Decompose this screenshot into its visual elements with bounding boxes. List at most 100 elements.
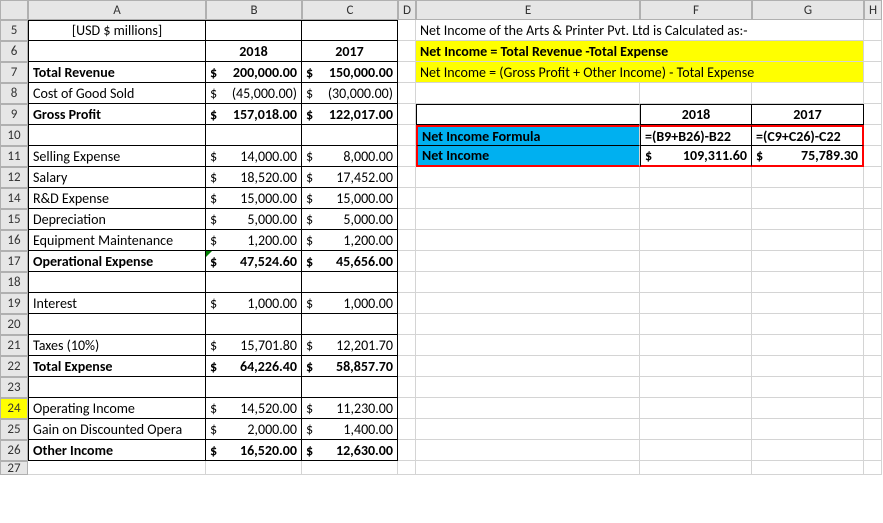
cell-D19[interactable] — [398, 293, 416, 314]
cell-G23[interactable] — [752, 377, 864, 398]
col-header-D[interactable]: D — [398, 0, 416, 20]
cell-D23[interactable] — [398, 377, 416, 398]
row-header[interactable]: 19 — [0, 293, 28, 314]
cell-H11[interactable] — [864, 146, 882, 167]
cell-H16[interactable] — [864, 230, 882, 251]
row-header[interactable]: 22 — [0, 356, 28, 377]
cell-E15[interactable] — [416, 209, 640, 230]
cell-F9[interactable]: 2018 — [640, 104, 752, 125]
cell-C27[interactable] — [302, 461, 398, 475]
row-header[interactable]: 9 — [0, 104, 28, 125]
cell-C14[interactable]: $15,000.00 — [302, 188, 398, 209]
row-header[interactable]: 25 — [0, 419, 28, 440]
cell-H23[interactable] — [864, 377, 882, 398]
cell-E12[interactable] — [416, 167, 640, 188]
cell-E8[interactable] — [416, 83, 640, 104]
cell-C8[interactable]: $(30,000.00) — [302, 83, 398, 104]
cell-A5[interactable]: [USD $ millions] — [28, 20, 206, 41]
cell-H17[interactable] — [864, 251, 882, 272]
cell-A6[interactable] — [28, 41, 206, 62]
cell-F27[interactable] — [640, 461, 752, 475]
cell-E11[interactable]: Net Income — [416, 146, 640, 167]
col-header-F[interactable]: F — [640, 0, 752, 20]
cell-G17[interactable] — [752, 251, 864, 272]
cell-D16[interactable] — [398, 230, 416, 251]
cell-D8[interactable] — [398, 83, 416, 104]
cell-B21[interactable]: $15,701.80 — [206, 335, 302, 356]
cell-D14[interactable] — [398, 188, 416, 209]
cell-G10[interactable]: =(C9+C26)-C22 — [752, 125, 864, 146]
cell-D15[interactable] — [398, 209, 416, 230]
cell-D18[interactable] — [398, 272, 416, 293]
cell-E23[interactable] — [416, 377, 640, 398]
row-header[interactable]: 20 — [0, 314, 28, 335]
cell-D10[interactable] — [398, 125, 416, 146]
cell-D9[interactable] — [398, 104, 416, 125]
cell-C19[interactable]: $1,000.00 — [302, 293, 398, 314]
row-header[interactable]: 7 — [0, 62, 28, 83]
cell-F12[interactable] — [640, 167, 752, 188]
cell-H25[interactable] — [864, 419, 882, 440]
cell-F24[interactable] — [640, 398, 752, 419]
cell-H27[interactable] — [864, 461, 882, 475]
col-header-C[interactable]: C — [302, 0, 398, 20]
cell-C7[interactable]: $150,000.00 — [302, 62, 398, 83]
cell-F17[interactable] — [640, 251, 752, 272]
cell-H9[interactable] — [864, 104, 882, 125]
cell-A7[interactable]: Total Revenue — [28, 62, 206, 83]
cell-B22[interactable]: $64,226.40 — [206, 356, 302, 377]
cell-D26[interactable] — [398, 440, 416, 461]
cell-D27[interactable] — [398, 461, 416, 475]
cell-F14[interactable] — [640, 188, 752, 209]
row-header[interactable]: 11 — [0, 146, 28, 167]
cell-F25[interactable] — [640, 419, 752, 440]
row-header[interactable]: 23 — [0, 377, 28, 398]
cell-E7[interactable]: Net Income = (Gross Profit + Other Incom… — [416, 62, 864, 83]
cell-D5[interactable] — [398, 20, 416, 41]
cell-E9[interactable] — [416, 104, 640, 125]
cell-D12[interactable] — [398, 167, 416, 188]
row-header[interactable]: 16 — [0, 230, 28, 251]
cell-G14[interactable] — [752, 188, 864, 209]
cell-B7[interactable]: $200,000.00 — [206, 62, 302, 83]
cell-H5[interactable] — [864, 20, 882, 41]
row-header[interactable]: 27 — [0, 461, 28, 475]
cell-H18[interactable] — [864, 272, 882, 293]
cell-D25[interactable] — [398, 419, 416, 440]
cell-C24[interactable]: $11,230.00 — [302, 398, 398, 419]
cell-B25[interactable]: $2,000.00 — [206, 419, 302, 440]
col-header-B[interactable]: B — [206, 0, 302, 20]
cell-H12[interactable] — [864, 167, 882, 188]
cell-A12[interactable]: Salary — [28, 167, 206, 188]
cell-A21[interactable]: Taxes (10%) — [28, 335, 206, 356]
cell-C10[interactable] — [302, 125, 398, 146]
cell-E6[interactable]: Net Income = Total Revenue -Total Expens… — [416, 41, 864, 62]
cell-H14[interactable] — [864, 188, 882, 209]
cell-E27[interactable] — [416, 461, 640, 475]
col-header-G[interactable]: G — [752, 0, 864, 20]
cell-G16[interactable] — [752, 230, 864, 251]
cell-C20[interactable] — [302, 314, 398, 335]
cell-E10[interactable]: Net Income Formula — [416, 125, 640, 146]
cell-B5[interactable] — [206, 20, 302, 41]
cell-F8[interactable] — [640, 83, 752, 104]
cell-B8[interactable]: $(45,000.00) — [206, 83, 302, 104]
cell-B10[interactable] — [206, 125, 302, 146]
cell-E22[interactable] — [416, 356, 640, 377]
cell-E5[interactable]: Net Income of the Arts & Printer Pvt. Lt… — [416, 20, 864, 41]
cell-B14[interactable]: $15,000.00 — [206, 188, 302, 209]
row-header[interactable]: 12 — [0, 167, 28, 188]
cell-H19[interactable] — [864, 293, 882, 314]
cell-A27[interactable] — [28, 461, 206, 475]
cell-E20[interactable] — [416, 314, 640, 335]
cell-G15[interactable] — [752, 209, 864, 230]
row-header[interactable]: 21 — [0, 335, 28, 356]
cell-E26[interactable] — [416, 440, 640, 461]
cell-A24[interactable]: Operating Income — [28, 398, 206, 419]
cell-F20[interactable] — [640, 314, 752, 335]
cell-G18[interactable] — [752, 272, 864, 293]
cell-F18[interactable] — [640, 272, 752, 293]
cell-C11[interactable]: $8,000.00 — [302, 146, 398, 167]
cell-G26[interactable] — [752, 440, 864, 461]
cell-G9[interactable]: 2017 — [752, 104, 864, 125]
